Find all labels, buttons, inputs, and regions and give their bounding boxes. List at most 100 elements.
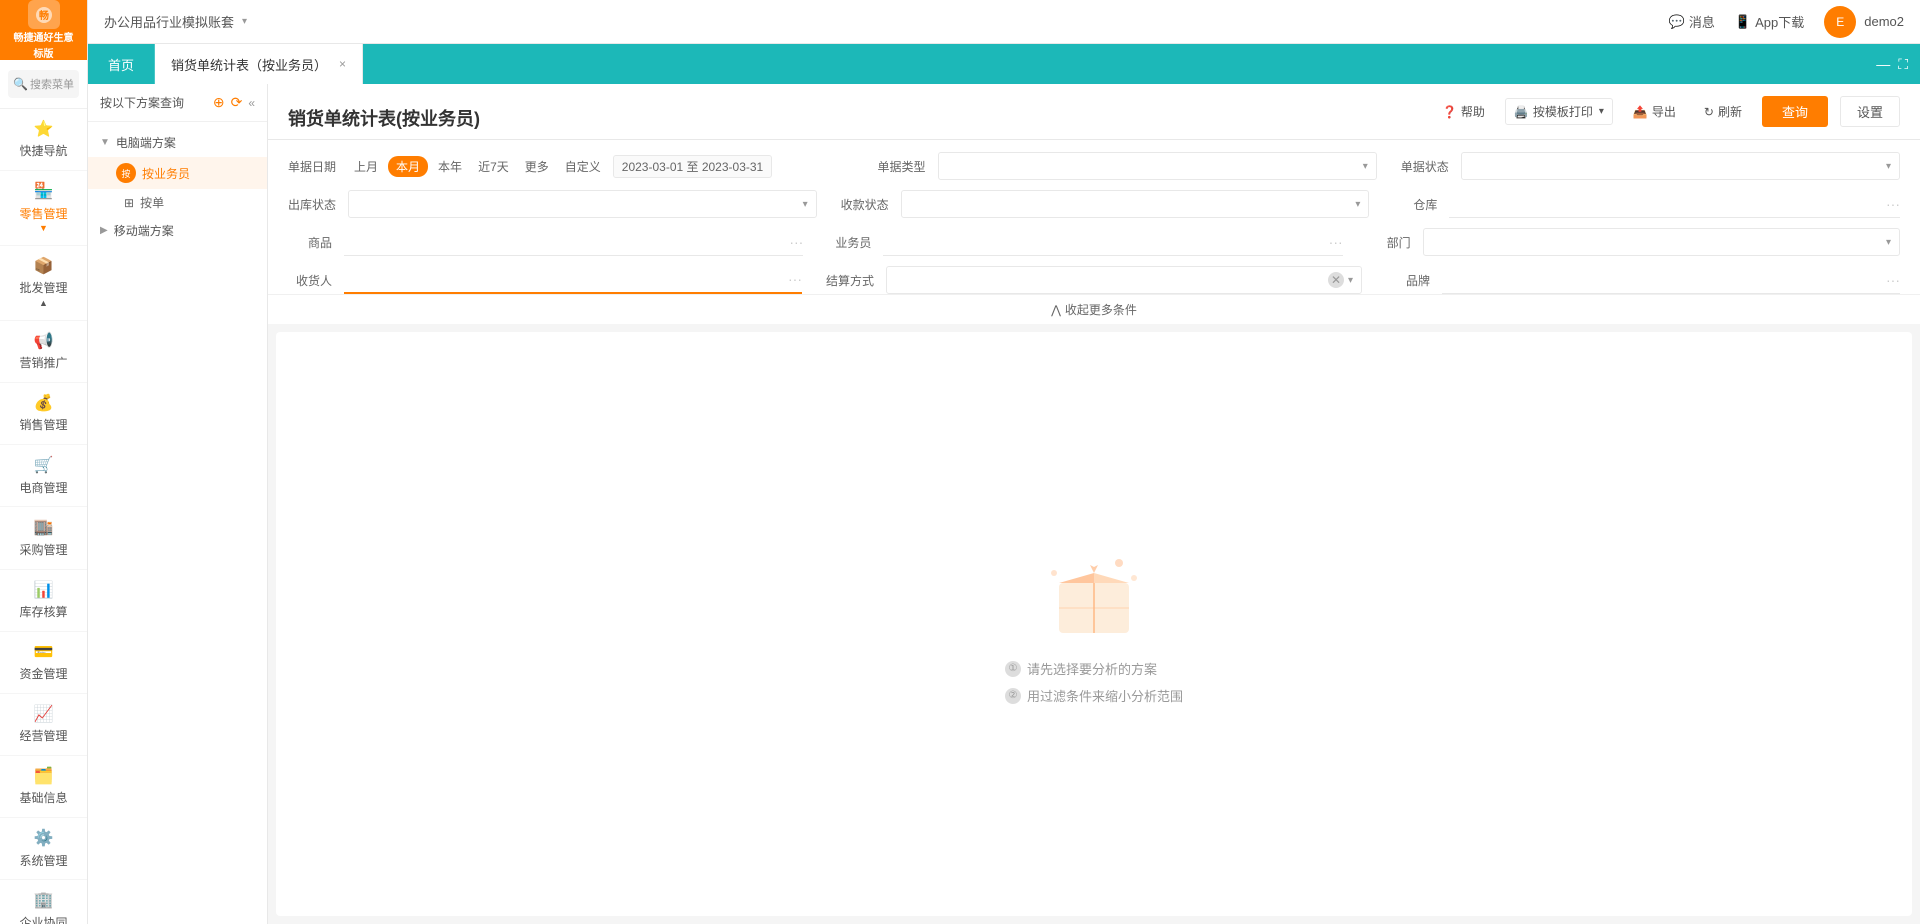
date-tab-7days[interactable]: 近7天 bbox=[472, 156, 515, 177]
sidebar-item-label: 系统管理 bbox=[19, 853, 67, 870]
help-btn[interactable]: ❓ 帮助 bbox=[1434, 99, 1493, 124]
sidebar-item-system[interactable]: ⚙️ 系统管理 bbox=[0, 818, 87, 880]
step1-icon: ① bbox=[1005, 661, 1021, 677]
tab-bar-icons: — ⛶ bbox=[1864, 44, 1920, 84]
salesperson-dots-icon[interactable]: ··· bbox=[1329, 234, 1343, 250]
tab-minimize-icon[interactable]: — bbox=[1876, 56, 1890, 72]
date-range-display[interactable]: 2023-03-01 至 2023-03-31 bbox=[613, 155, 772, 178]
sidebar-item-inventory[interactable]: 📊 库存核算 bbox=[0, 570, 87, 632]
sidebar-search-area[interactable]: 🔍 搜索菜单 bbox=[0, 60, 87, 109]
date-tab-this-month[interactable]: 本月 bbox=[388, 156, 428, 177]
empty-text-line2: ② 用过滤条件来缩小分析范围 bbox=[1005, 686, 1183, 705]
goods-control[interactable]: ··· bbox=[344, 228, 803, 256]
settlement-arrow-icon: ▾ bbox=[1348, 275, 1353, 286]
stock-status-arrow-icon: ▾ bbox=[803, 199, 808, 210]
payment-status-arrow-icon: ▾ bbox=[1355, 199, 1360, 210]
brand-label: 品牌 bbox=[1386, 272, 1430, 289]
breadcrumb: 办公用品行业模拟账套 ▾ bbox=[104, 12, 1669, 31]
search-menu-btn[interactable]: 🔍 搜索菜单 bbox=[8, 70, 79, 98]
message-btn[interactable]: 💬 消息 bbox=[1669, 12, 1715, 31]
sidebar-item-marketing[interactable]: 📢 营销推广 bbox=[0, 321, 87, 383]
breadcrumb-arrow-icon[interactable]: ▾ bbox=[242, 16, 247, 27]
date-label: 单据日期 bbox=[288, 158, 336, 175]
sidebar-item-label: 批发管理 bbox=[19, 280, 67, 297]
tree-child-by-salesperson[interactable]: 按 按业务员 bbox=[88, 157, 267, 189]
sidebar-item-finance[interactable]: 💳 资金管理 bbox=[0, 632, 87, 694]
collapse-row[interactable]: ⋀ 收起更多条件 bbox=[268, 294, 1920, 324]
salesperson-control[interactable]: ··· bbox=[883, 228, 1342, 256]
empty-illustration bbox=[1034, 543, 1154, 643]
chevron-down-icon: ▼ bbox=[39, 222, 48, 235]
sidebar-item-basics[interactable]: 🗂️ 基础信息 bbox=[0, 756, 87, 818]
stock-status-control[interactable]: ▾ bbox=[348, 190, 817, 218]
receiver-dots-icon[interactable]: ··· bbox=[788, 271, 802, 287]
payment-status-label: 收款状态 bbox=[841, 196, 889, 213]
department-arrow-icon: ▾ bbox=[1886, 237, 1891, 248]
tree-sub-by-order[interactable]: ⊞ 按单 bbox=[88, 189, 267, 216]
query-button[interactable]: 查询 bbox=[1762, 96, 1828, 127]
add-scheme-icon[interactable]: ⊕ bbox=[213, 94, 225, 111]
brand-control[interactable]: ··· bbox=[1442, 266, 1900, 294]
tab-home-label: 首页 bbox=[108, 55, 134, 74]
download-icon: 📱 bbox=[1735, 14, 1751, 30]
date-tab-custom[interactable]: 自定义 bbox=[559, 156, 607, 177]
print-btn[interactable]: 🖨️ 按模板打印 ▾ bbox=[1505, 98, 1613, 125]
sidebar: 畅 畅捷通好生意 标版 🔍 搜索菜单 ⭐ 快捷导航 🏪 零售管理 ▼ 📦 批发管… bbox=[0, 0, 88, 924]
collapse-panel-icon[interactable]: « bbox=[248, 96, 255, 110]
sidebar-item-retail[interactable]: 🏪 零售管理 ▼ bbox=[0, 171, 87, 246]
settlement-control[interactable]: ✕ ▾ bbox=[886, 266, 1362, 294]
left-panel-actions: ⊕ ⟳ « bbox=[213, 94, 255, 111]
department-control[interactable]: ▾ bbox=[1423, 228, 1900, 256]
sidebar-item-enterprise[interactable]: 🏢 企业协同 bbox=[0, 880, 87, 924]
header-right: 💬 消息 📱 App下载 E demo2 bbox=[1669, 6, 1904, 38]
tab-home[interactable]: 首页 bbox=[88, 44, 155, 84]
sidebar-item-sales[interactable]: 💰 销售管理 bbox=[0, 383, 87, 445]
filter-row-3: 商品 ··· 业务员 ··· 部门 ▾ bbox=[288, 228, 1900, 256]
sidebar-item-operations[interactable]: 📈 经营管理 bbox=[0, 694, 87, 756]
export-btn[interactable]: 📤 导出 bbox=[1625, 99, 1684, 124]
sidebar-item-purchase[interactable]: 🏬 采购管理 bbox=[0, 507, 87, 569]
print-label: 按模板打印 bbox=[1533, 103, 1593, 120]
tab-close-icon[interactable]: × bbox=[339, 57, 346, 71]
operations-icon: 📈 bbox=[34, 704, 54, 726]
user-area[interactable]: E demo2 bbox=[1824, 6, 1904, 38]
refresh-scheme-icon[interactable]: ⟳ bbox=[231, 94, 243, 111]
tab-bar: 首页 销货单统计表（按业务员） × — ⛶ bbox=[88, 44, 1920, 84]
salesperson-label: 业务员 bbox=[827, 234, 871, 251]
top-header: 办公用品行业模拟账套 ▾ 💬 消息 📱 App下载 E demo2 bbox=[88, 0, 1920, 44]
tree-node-mobile[interactable]: ▶ 移动端方案 bbox=[88, 216, 267, 245]
brand-dots-icon[interactable]: ··· bbox=[1886, 272, 1900, 288]
warehouse-label: 仓库 bbox=[1393, 196, 1437, 213]
receiver-control[interactable]: ··· bbox=[344, 266, 802, 294]
print-icon: 🖨️ bbox=[1514, 105, 1529, 119]
order-type-control[interactable]: ▾ bbox=[938, 152, 1377, 180]
content-area: 按以下方案查询 ⊕ ⟳ « ▼ 电脑端方案 按 按业务员 ⊞ 按单 bbox=[88, 84, 1920, 924]
date-tab-last-month[interactable]: 上月 bbox=[348, 156, 384, 177]
marketing-icon: 📢 bbox=[34, 331, 54, 353]
order-status-control[interactable]: ▾ bbox=[1461, 152, 1900, 180]
payment-status-control[interactable]: ▾ bbox=[901, 190, 1370, 218]
warehouse-control[interactable]: ··· bbox=[1449, 190, 1900, 218]
goods-dots-icon[interactable]: ··· bbox=[789, 234, 803, 250]
sidebar-item-wholesale[interactable]: 📦 批发管理 ▲ bbox=[0, 246, 87, 321]
tree-node-desktop[interactable]: ▼ 电脑端方案 bbox=[88, 128, 267, 157]
enterprise-icon: 🏢 bbox=[34, 890, 54, 912]
finance-icon: 💳 bbox=[34, 642, 54, 664]
right-panel: 销货单统计表(按业务员) ❓ 帮助 🖨️ 按模板打印 ▾ 📤 导出 bbox=[268, 84, 1920, 924]
date-tab-this-year[interactable]: 本年 bbox=[432, 156, 468, 177]
app-download-btn[interactable]: 📱 App下载 bbox=[1735, 12, 1804, 31]
sidebar-item-ecommerce[interactable]: 🛒 电商管理 bbox=[0, 445, 87, 507]
sidebar-item-quick-nav[interactable]: ⭐ 快捷导航 bbox=[0, 109, 87, 171]
sidebar-item-label: 资金管理 bbox=[19, 666, 67, 683]
tab-active[interactable]: 销货单统计表（按业务员） × bbox=[155, 44, 363, 84]
refresh-btn[interactable]: ↻ 刷新 bbox=[1696, 99, 1750, 124]
date-tab-more[interactable]: 更多 bbox=[519, 156, 555, 177]
empty-text-line1: ① 请先选择要分析的方案 bbox=[1005, 659, 1183, 678]
help-icon: ❓ bbox=[1442, 105, 1457, 119]
tab-expand-icon[interactable]: ⛶ bbox=[1898, 56, 1908, 73]
settings-button[interactable]: 设置 bbox=[1840, 96, 1900, 127]
warehouse-dots-icon[interactable]: ··· bbox=[1886, 196, 1900, 212]
tree-node-label: 移动端方案 bbox=[114, 222, 174, 239]
settlement-clear-icon[interactable]: ✕ bbox=[1328, 272, 1344, 288]
logo-icon: 畅 bbox=[28, 0, 60, 29]
